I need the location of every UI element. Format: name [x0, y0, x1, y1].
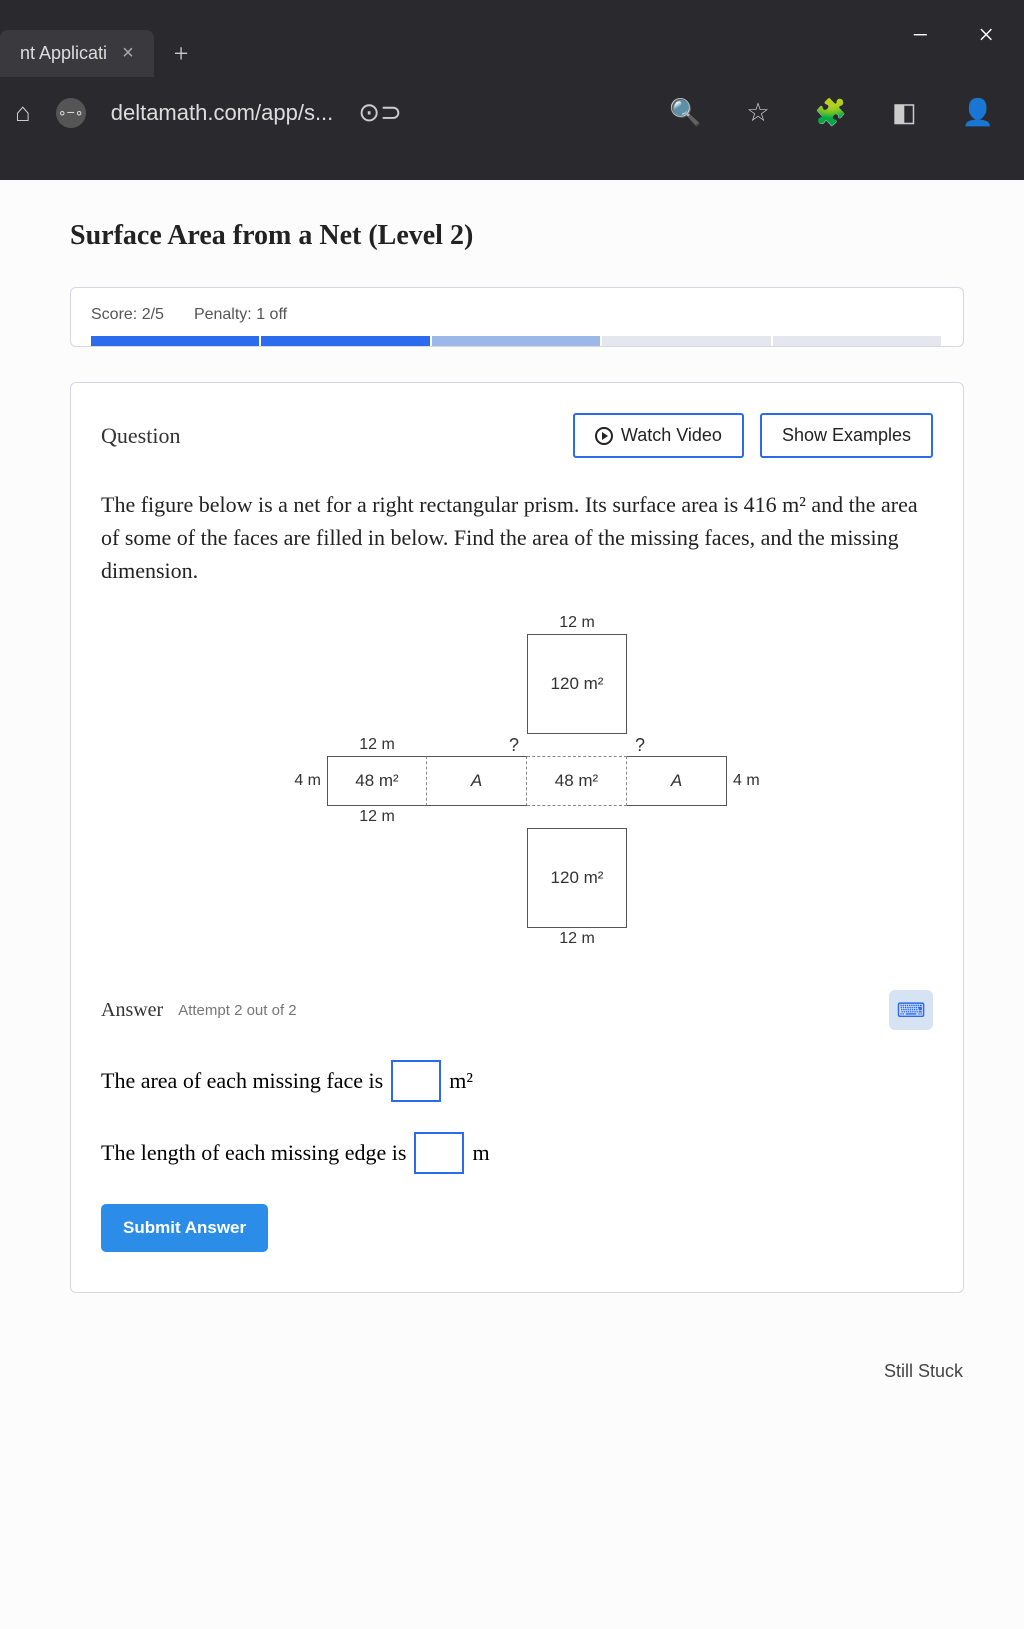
answer-line-edge: The length of each missing edge is m — [101, 1132, 933, 1174]
site-icon: ∘−∘ — [56, 98, 86, 128]
watch-video-label: Watch Video — [621, 425, 722, 446]
tab-close-icon[interactable]: × — [122, 42, 134, 65]
net-right-side-dim: 4 m — [727, 772, 760, 790]
still-stuck-link[interactable]: Still Stuck — [884, 1361, 963, 1382]
answer-line-area: The area of each missing face is m² — [101, 1060, 933, 1102]
progress-seg — [261, 336, 431, 346]
net-left-qmark: ? — [509, 735, 527, 756]
progress-seg — [602, 336, 772, 346]
net-left-bottom-dim: 12 m — [359, 808, 395, 826]
net-top-face: 120 m² — [527, 634, 627, 734]
url-text[interactable]: deltamath.com/app/s... — [111, 100, 334, 126]
submit-answer-button[interactable]: Submit Answer — [101, 1204, 268, 1252]
home-icon[interactable]: ⌂ — [15, 97, 31, 128]
puzzle-icon[interactable]: 🧩 — [815, 97, 847, 128]
progress-seg — [773, 336, 943, 346]
score-label: Score: 2/5 — [91, 306, 164, 324]
net-a-face-1: A — [427, 756, 527, 806]
net-mid-face: 48 m² — [527, 756, 627, 806]
tab-bar: nt Applicati × + — [0, 0, 1024, 77]
new-tab-button[interactable]: + — [174, 39, 189, 69]
net-bottom-dim: 12 m — [559, 930, 595, 948]
keyboard-icon: ⌨ — [897, 998, 926, 1023]
attempt-label: Attempt 2 out of 2 — [178, 1002, 296, 1019]
question-prompt: The figure below is a net for a right re… — [101, 488, 933, 587]
score-box: Score: 2/5 Penalty: 1 off — [70, 287, 964, 347]
question-label: Question — [101, 423, 180, 449]
net-left-side-dim: 4 m — [294, 772, 327, 790]
edge-input[interactable] — [414, 1132, 464, 1174]
browser-tab[interactable]: nt Applicati × — [0, 30, 154, 77]
profile-icon[interactable]: 👤 — [962, 97, 994, 128]
play-icon — [595, 427, 613, 445]
watch-video-button[interactable]: Watch Video — [573, 413, 744, 458]
answer-label: Answer — [101, 999, 163, 1022]
answer-line1-unit: m² — [449, 1068, 473, 1094]
page-content: Surface Area from a Net (Level 2) Score:… — [0, 180, 1024, 1629]
question-box: Question Watch Video Show Examples The f… — [70, 382, 964, 1293]
answer-line1-prefix: The area of each missing face is — [101, 1068, 383, 1094]
show-examples-button[interactable]: Show Examples — [760, 413, 933, 458]
answer-line2-prefix: The length of each missing edge is — [101, 1140, 406, 1166]
progress-bar — [91, 336, 943, 346]
net-a-face-2: A — [627, 756, 727, 806]
answer-line2-unit: m — [472, 1140, 489, 1166]
show-examples-label: Show Examples — [782, 425, 911, 446]
tab-title: nt Applicati — [20, 43, 107, 64]
penalty-label: Penalty: 1 off — [194, 306, 287, 324]
net-left-top-dim: 12 m — [359, 736, 395, 754]
window-minimize-icon[interactable]: − — [912, 20, 928, 52]
search-icon[interactable]: 🔍 — [669, 97, 701, 128]
page-title: Surface Area from a Net (Level 2) — [70, 220, 964, 252]
net-left-face: 48 m² — [327, 756, 427, 806]
window-close-icon[interactable]: × — [978, 20, 994, 52]
browser-chrome: − × nt Applicati × + ⌂ ∘−∘ deltamath.com… — [0, 0, 1024, 180]
window-icon[interactable]: ◧ — [892, 97, 917, 128]
address-bar: ⌂ ∘−∘ deltamath.com/app/s... ⊙⊃ 🔍 ☆ 🧩 ◧ … — [0, 77, 1024, 128]
progress-seg — [432, 336, 602, 346]
area-input[interactable] — [391, 1060, 441, 1102]
net-right-qmark: ? — [627, 735, 645, 756]
keypad-button[interactable]: ⌨ — [889, 990, 933, 1030]
star-icon[interactable]: ☆ — [746, 97, 769, 128]
progress-seg — [91, 336, 261, 346]
net-figure: 12 m 120 m² 12 m ? ? 4 m 48 m² A 48 m² A — [287, 612, 747, 950]
net-top-dim: 12 m — [559, 614, 595, 632]
toggle-icon[interactable]: ⊙⊃ — [358, 97, 402, 128]
net-bottom-face: 120 m² — [527, 828, 627, 928]
